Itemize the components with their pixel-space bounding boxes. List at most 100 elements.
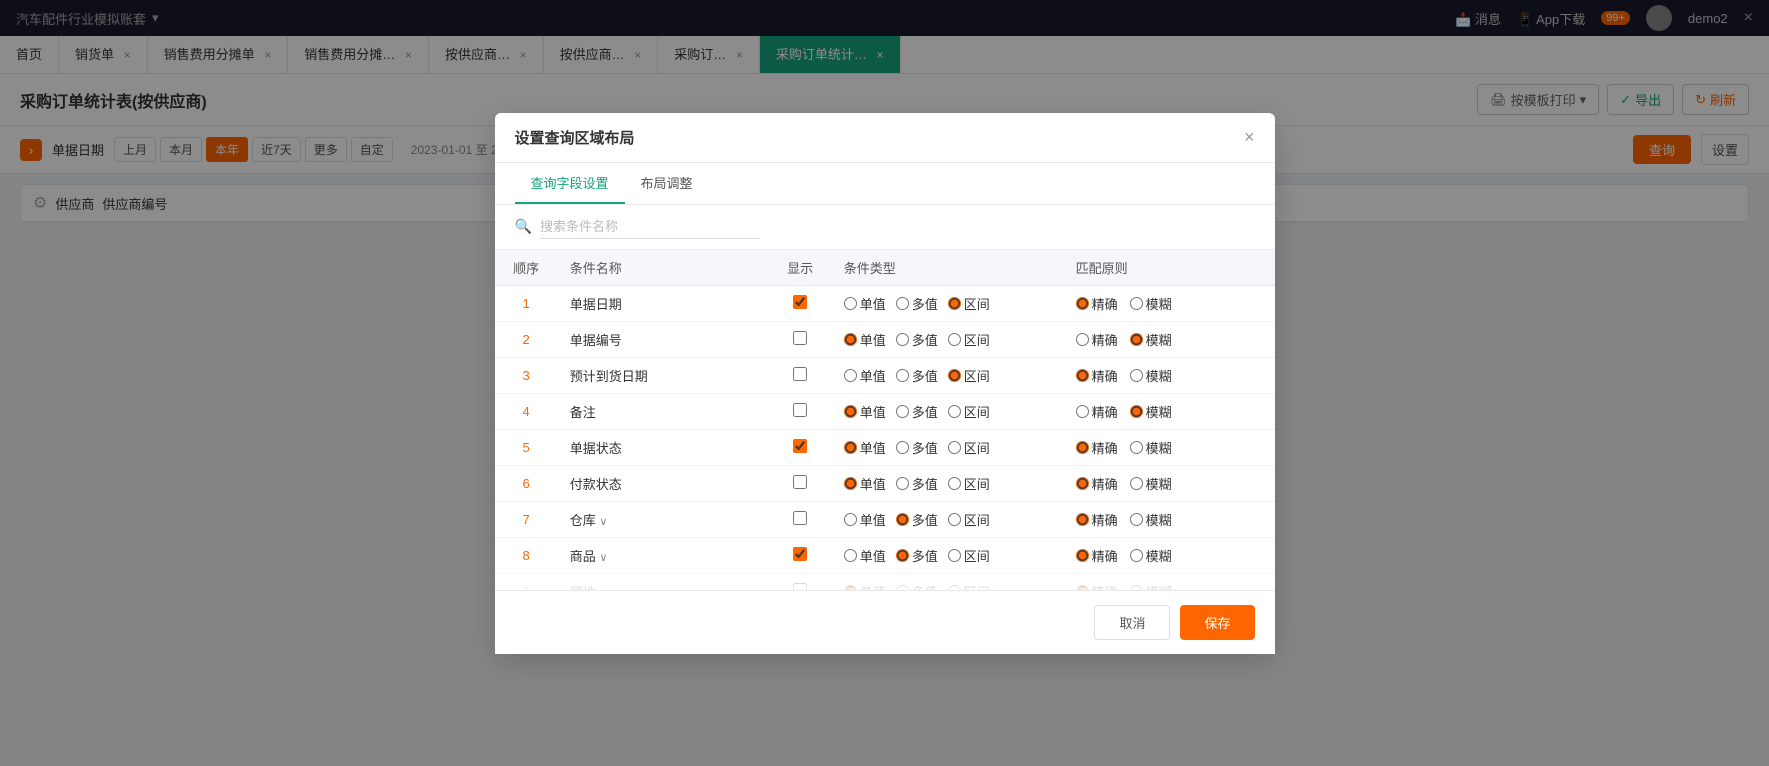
cell-display[interactable] bbox=[769, 537, 832, 573]
cell-display[interactable] bbox=[769, 393, 832, 429]
cond-type-radio[interactable] bbox=[896, 477, 909, 490]
match-rule-option[interactable]: 精确 bbox=[1076, 330, 1118, 349]
match-rule-option[interactable]: 精确 bbox=[1076, 402, 1118, 421]
cond-type-option[interactable]: 区间 bbox=[948, 474, 990, 493]
match-rule-option[interactable]: 精确 bbox=[1076, 546, 1118, 565]
match-rule-radio[interactable] bbox=[1076, 405, 1089, 418]
cond-type-radio[interactable] bbox=[896, 297, 909, 310]
display-checkbox[interactable] bbox=[793, 511, 807, 525]
cond-type-option[interactable]: 多值 bbox=[896, 474, 938, 493]
cond-type-radio[interactable] bbox=[844, 369, 857, 382]
match-rule-option[interactable]: 模糊 bbox=[1130, 546, 1172, 565]
display-checkbox[interactable] bbox=[793, 331, 807, 345]
cond-type-option[interactable]: 区间 bbox=[948, 546, 990, 565]
match-rule-radio[interactable] bbox=[1076, 513, 1089, 526]
match-rule-option[interactable]: 精确 bbox=[1076, 582, 1118, 590]
cond-type-option[interactable]: 多值 bbox=[896, 582, 938, 590]
cell-display[interactable] bbox=[769, 321, 832, 357]
cond-type-option[interactable]: 多值 bbox=[896, 294, 938, 313]
cond-type-option[interactable]: 区间 bbox=[948, 330, 990, 349]
cond-type-option[interactable]: 多值 bbox=[896, 546, 938, 565]
display-checkbox[interactable] bbox=[793, 583, 807, 590]
display-checkbox[interactable] bbox=[793, 295, 807, 309]
match-rule-option[interactable]: 模糊 bbox=[1130, 582, 1172, 590]
cell-display[interactable] bbox=[769, 573, 832, 590]
modal-close-button[interactable]: × bbox=[1244, 127, 1255, 148]
match-rule-option[interactable]: 模糊 bbox=[1130, 366, 1172, 385]
match-rule-radio[interactable] bbox=[1130, 513, 1143, 526]
cond-type-option[interactable]: 单值 bbox=[844, 510, 886, 529]
cond-type-option[interactable]: 区间 bbox=[948, 438, 990, 457]
match-rule-option[interactable]: 模糊 bbox=[1130, 438, 1172, 457]
cond-type-radio[interactable] bbox=[948, 549, 961, 562]
name-dropdown-icon[interactable]: ∨ bbox=[599, 588, 607, 590]
cond-type-option[interactable]: 多值 bbox=[896, 510, 938, 529]
match-rule-radio[interactable] bbox=[1076, 477, 1089, 490]
cond-type-option[interactable]: 区间 bbox=[948, 582, 990, 590]
match-rule-option[interactable]: 模糊 bbox=[1130, 510, 1172, 529]
cell-display[interactable] bbox=[769, 501, 832, 537]
match-rule-option[interactable]: 精确 bbox=[1076, 294, 1118, 313]
cell-display[interactable] bbox=[769, 429, 832, 465]
cond-type-radio[interactable] bbox=[844, 441, 857, 454]
display-checkbox[interactable] bbox=[793, 367, 807, 381]
cond-type-radio[interactable] bbox=[948, 513, 961, 526]
cond-type-radio[interactable] bbox=[844, 333, 857, 346]
match-rule-radio[interactable] bbox=[1130, 585, 1143, 590]
cond-type-radio[interactable] bbox=[896, 333, 909, 346]
cond-type-radio[interactable] bbox=[896, 549, 909, 562]
cond-type-radio[interactable] bbox=[896, 441, 909, 454]
cond-type-radio[interactable] bbox=[948, 477, 961, 490]
cond-type-radio[interactable] bbox=[948, 297, 961, 310]
cond-type-radio[interactable] bbox=[896, 405, 909, 418]
cell-display[interactable] bbox=[769, 357, 832, 393]
match-rule-radio[interactable] bbox=[1130, 369, 1143, 382]
cond-type-option[interactable]: 多值 bbox=[896, 330, 938, 349]
cond-type-radio[interactable] bbox=[844, 585, 857, 590]
name-dropdown-icon[interactable]: ∨ bbox=[599, 516, 607, 528]
cond-type-radio[interactable] bbox=[844, 477, 857, 490]
cond-type-option[interactable]: 单值 bbox=[844, 294, 886, 313]
cond-type-radio[interactable] bbox=[896, 585, 909, 590]
cond-type-radio[interactable] bbox=[844, 513, 857, 526]
cond-type-option[interactable]: 单值 bbox=[844, 582, 886, 590]
display-checkbox[interactable] bbox=[793, 403, 807, 417]
cancel-button[interactable]: 取消 bbox=[1094, 605, 1170, 640]
cell-display[interactable] bbox=[769, 465, 832, 501]
cond-type-option[interactable]: 单值 bbox=[844, 330, 886, 349]
match-rule-radio[interactable] bbox=[1076, 585, 1089, 590]
cond-type-option[interactable]: 单值 bbox=[844, 402, 886, 421]
match-rule-radio[interactable] bbox=[1130, 297, 1143, 310]
cond-type-option[interactable]: 多值 bbox=[896, 366, 938, 385]
match-rule-radio[interactable] bbox=[1076, 441, 1089, 454]
cond-type-radio[interactable] bbox=[948, 333, 961, 346]
modal-tab-layout-adjust[interactable]: 布局调整 bbox=[625, 163, 709, 204]
match-rule-option[interactable]: 模糊 bbox=[1130, 294, 1172, 313]
cond-type-option[interactable]: 区间 bbox=[948, 366, 990, 385]
match-rule-radio[interactable] bbox=[1076, 333, 1089, 346]
cond-type-option[interactable]: 单值 bbox=[844, 546, 886, 565]
cond-type-option[interactable]: 单值 bbox=[844, 438, 886, 457]
cond-type-option[interactable]: 区间 bbox=[948, 402, 990, 421]
match-rule-radio[interactable] bbox=[1130, 441, 1143, 454]
cond-type-radio[interactable] bbox=[844, 549, 857, 562]
cond-type-option[interactable]: 区间 bbox=[948, 294, 990, 313]
cond-type-option[interactable]: 多值 bbox=[896, 402, 938, 421]
match-rule-radio[interactable] bbox=[1130, 477, 1143, 490]
modal-search-input[interactable] bbox=[540, 219, 760, 234]
cond-type-radio[interactable] bbox=[844, 297, 857, 310]
cond-type-option[interactable]: 多值 bbox=[896, 438, 938, 457]
cell-display[interactable] bbox=[769, 285, 832, 321]
match-rule-radio[interactable] bbox=[1130, 549, 1143, 562]
match-rule-option[interactable]: 精确 bbox=[1076, 438, 1118, 457]
cond-type-radio[interactable] bbox=[896, 369, 909, 382]
match-rule-radio[interactable] bbox=[1076, 297, 1089, 310]
cond-type-option[interactable]: 单值 bbox=[844, 366, 886, 385]
cond-type-option[interactable]: 单值 bbox=[844, 474, 886, 493]
cond-type-radio[interactable] bbox=[948, 585, 961, 590]
match-rule-option[interactable]: 模糊 bbox=[1130, 474, 1172, 493]
match-rule-option[interactable]: 模糊 bbox=[1130, 402, 1172, 421]
display-checkbox[interactable] bbox=[793, 439, 807, 453]
match-rule-radio[interactable] bbox=[1076, 369, 1089, 382]
match-rule-radio[interactable] bbox=[1076, 549, 1089, 562]
